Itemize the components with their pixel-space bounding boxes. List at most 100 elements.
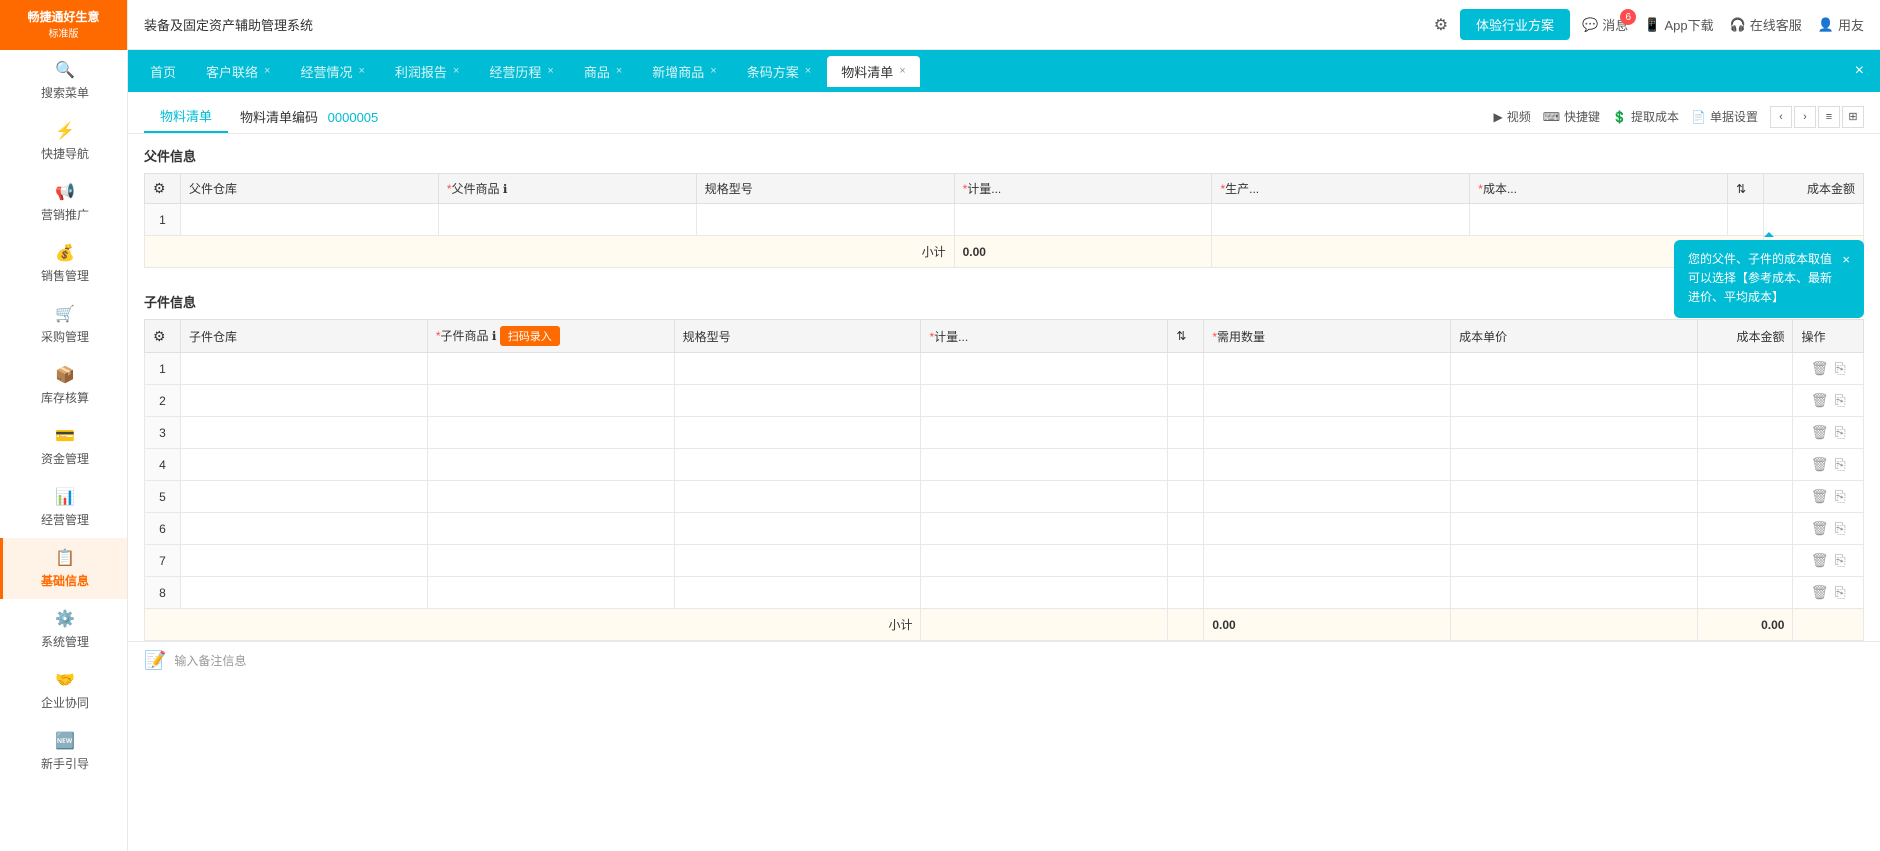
child-spec-cell[interactable]: [674, 385, 921, 417]
nav-prev-button[interactable]: ‹: [1770, 106, 1792, 128]
online-service-button[interactable]: 🎧 在线客服: [1730, 15, 1802, 34]
child-spec-input[interactable]: [675, 577, 921, 608]
child-goods-cell[interactable]: [427, 481, 674, 513]
child-warehouse-cell[interactable]: [181, 545, 428, 577]
child-need-qty-input[interactable]: [1204, 385, 1450, 416]
child-warehouse-cell[interactable]: [181, 417, 428, 449]
sub-tab-bom-list[interactable]: 物料清单: [144, 100, 228, 133]
child-cost-price-cell[interactable]: [1451, 545, 1698, 577]
child-qty-cell[interactable]: [921, 385, 1168, 417]
extract-cost-action[interactable]: 💲 提取成本: [1612, 108, 1679, 125]
copy-icon[interactable]: ⎘: [1835, 552, 1846, 569]
nav-expand-button[interactable]: ⊞: [1842, 106, 1864, 128]
child-need-qty-input[interactable]: [1204, 481, 1450, 512]
child-goods-cell[interactable]: [427, 545, 674, 577]
child-cost-price-input[interactable]: [1451, 481, 1697, 512]
app-download-button[interactable]: 📱 App下载: [1644, 15, 1713, 34]
tab-customer[interactable]: 客户联络 ×: [192, 56, 284, 87]
parent-prod-cell[interactable]: [1212, 204, 1470, 236]
child-cost-price-input[interactable]: [1451, 513, 1697, 544]
tab-new-goods-close[interactable]: ×: [710, 65, 716, 77]
copy-icon[interactable]: ⎘: [1835, 456, 1846, 473]
child-cost-price-input[interactable]: [1451, 545, 1697, 576]
child-cost-price-cell[interactable]: [1451, 513, 1698, 545]
parent-cost-input[interactable]: [1470, 204, 1727, 235]
parent-qty-input[interactable]: [955, 204, 1212, 235]
parent-goods-input[interactable]: [439, 204, 696, 235]
parent-warehouse-input[interactable]: [181, 204, 438, 235]
delete-icon[interactable]: 🗑: [1811, 424, 1829, 441]
child-need-qty-cell[interactable]: [1204, 417, 1451, 449]
copy-icon[interactable]: ⎘: [1835, 584, 1846, 601]
delete-icon[interactable]: 🗑: [1811, 488, 1829, 505]
sidebar-item-quick-nav[interactable]: ⚡ 快捷导航: [0, 111, 127, 172]
tab-history[interactable]: 经营历程 ×: [475, 56, 567, 87]
child-cost-price-cell[interactable]: [1451, 449, 1698, 481]
child-goods-cell[interactable]: [427, 353, 674, 385]
child-th-gear[interactable]: ⚙: [145, 320, 181, 353]
child-qty-input[interactable]: [921, 385, 1167, 416]
child-spec-cell[interactable]: [674, 353, 921, 385]
message-button[interactable]: 💬 消息 6: [1582, 15, 1628, 34]
child-goods-input[interactable]: [428, 353, 674, 384]
child-warehouse-input[interactable]: [181, 353, 427, 384]
tab-operations-close[interactable]: ×: [358, 65, 364, 77]
child-qty-cell[interactable]: [921, 449, 1168, 481]
child-cost-price-input[interactable]: [1451, 449, 1697, 480]
child-warehouse-input[interactable]: [181, 385, 427, 416]
nav-next-button[interactable]: ›: [1794, 106, 1816, 128]
child-warehouse-cell[interactable]: [181, 577, 428, 609]
child-goods-input[interactable]: [428, 545, 674, 576]
child-spec-input[interactable]: [675, 449, 921, 480]
parent-goods-cell[interactable]: [438, 204, 696, 236]
tab-goods[interactable]: 商品 ×: [570, 56, 636, 87]
parent-qty-cell[interactable]: [954, 204, 1212, 236]
tab-home[interactable]: 首页: [136, 56, 190, 87]
child-warehouse-cell[interactable]: [181, 513, 428, 545]
user-button[interactable]: 👤 用友: [1818, 15, 1864, 34]
child-warehouse-input[interactable]: [181, 513, 427, 544]
experience-button[interactable]: 体验行业方案: [1460, 9, 1570, 40]
child-spec-cell[interactable]: [674, 513, 921, 545]
child-need-qty-input[interactable]: [1204, 353, 1450, 384]
child-warehouse-cell[interactable]: [181, 385, 428, 417]
parent-spec-input[interactable]: [697, 204, 954, 235]
sidebar-item-sales[interactable]: 💰 销售管理: [0, 233, 127, 294]
child-spec-input[interactable]: [675, 481, 921, 512]
child-need-qty-input[interactable]: [1204, 417, 1450, 448]
child-qty-cell[interactable]: [921, 481, 1168, 513]
child-warehouse-input[interactable]: [181, 449, 427, 480]
tab-barcode-close[interactable]: ×: [805, 65, 811, 77]
delete-icon[interactable]: 🗑: [1811, 360, 1829, 377]
sidebar-item-finance[interactable]: 💳 资金管理: [0, 416, 127, 477]
child-cost-price-cell[interactable]: [1451, 417, 1698, 449]
child-cost-price-cell[interactable]: [1451, 577, 1698, 609]
child-spec-cell[interactable]: [674, 481, 921, 513]
child-need-qty-input[interactable]: [1204, 449, 1450, 480]
scan-button[interactable]: 扫码录入: [500, 326, 560, 346]
sidebar-item-search[interactable]: 🔍 搜索菜单: [0, 50, 127, 111]
child-qty-input[interactable]: [921, 513, 1167, 544]
tab-profit-close[interactable]: ×: [453, 65, 459, 77]
child-warehouse-cell[interactable]: [181, 481, 428, 513]
child-qty-cell[interactable]: [921, 353, 1168, 385]
child-goods-cell[interactable]: [427, 449, 674, 481]
tab-bom[interactable]: 物料清单 ×: [827, 56, 919, 87]
child-spec-input[interactable]: [675, 353, 921, 384]
delete-icon[interactable]: 🗑: [1811, 584, 1829, 601]
child-spec-input[interactable]: [675, 545, 921, 576]
child-cost-price-cell[interactable]: [1451, 353, 1698, 385]
child-goods-input[interactable]: [428, 577, 674, 608]
child-need-qty-input[interactable]: [1204, 545, 1450, 576]
single-settings-action[interactable]: 📄 单据设置: [1691, 108, 1758, 125]
child-cost-price-input[interactable]: [1451, 353, 1697, 384]
child-goods-cell[interactable]: [427, 513, 674, 545]
tab-profit[interactable]: 利润报告 ×: [381, 56, 473, 87]
sidebar-item-guide[interactable]: 🆕 新手引导: [0, 721, 127, 782]
gear-button[interactable]: ⚙: [1434, 15, 1448, 35]
child-spec-cell[interactable]: [674, 417, 921, 449]
child-goods-input[interactable]: [428, 513, 674, 544]
copy-icon[interactable]: ⎘: [1835, 392, 1846, 409]
parent-prod-input[interactable]: [1212, 204, 1469, 235]
copy-icon[interactable]: ⎘: [1835, 488, 1846, 505]
